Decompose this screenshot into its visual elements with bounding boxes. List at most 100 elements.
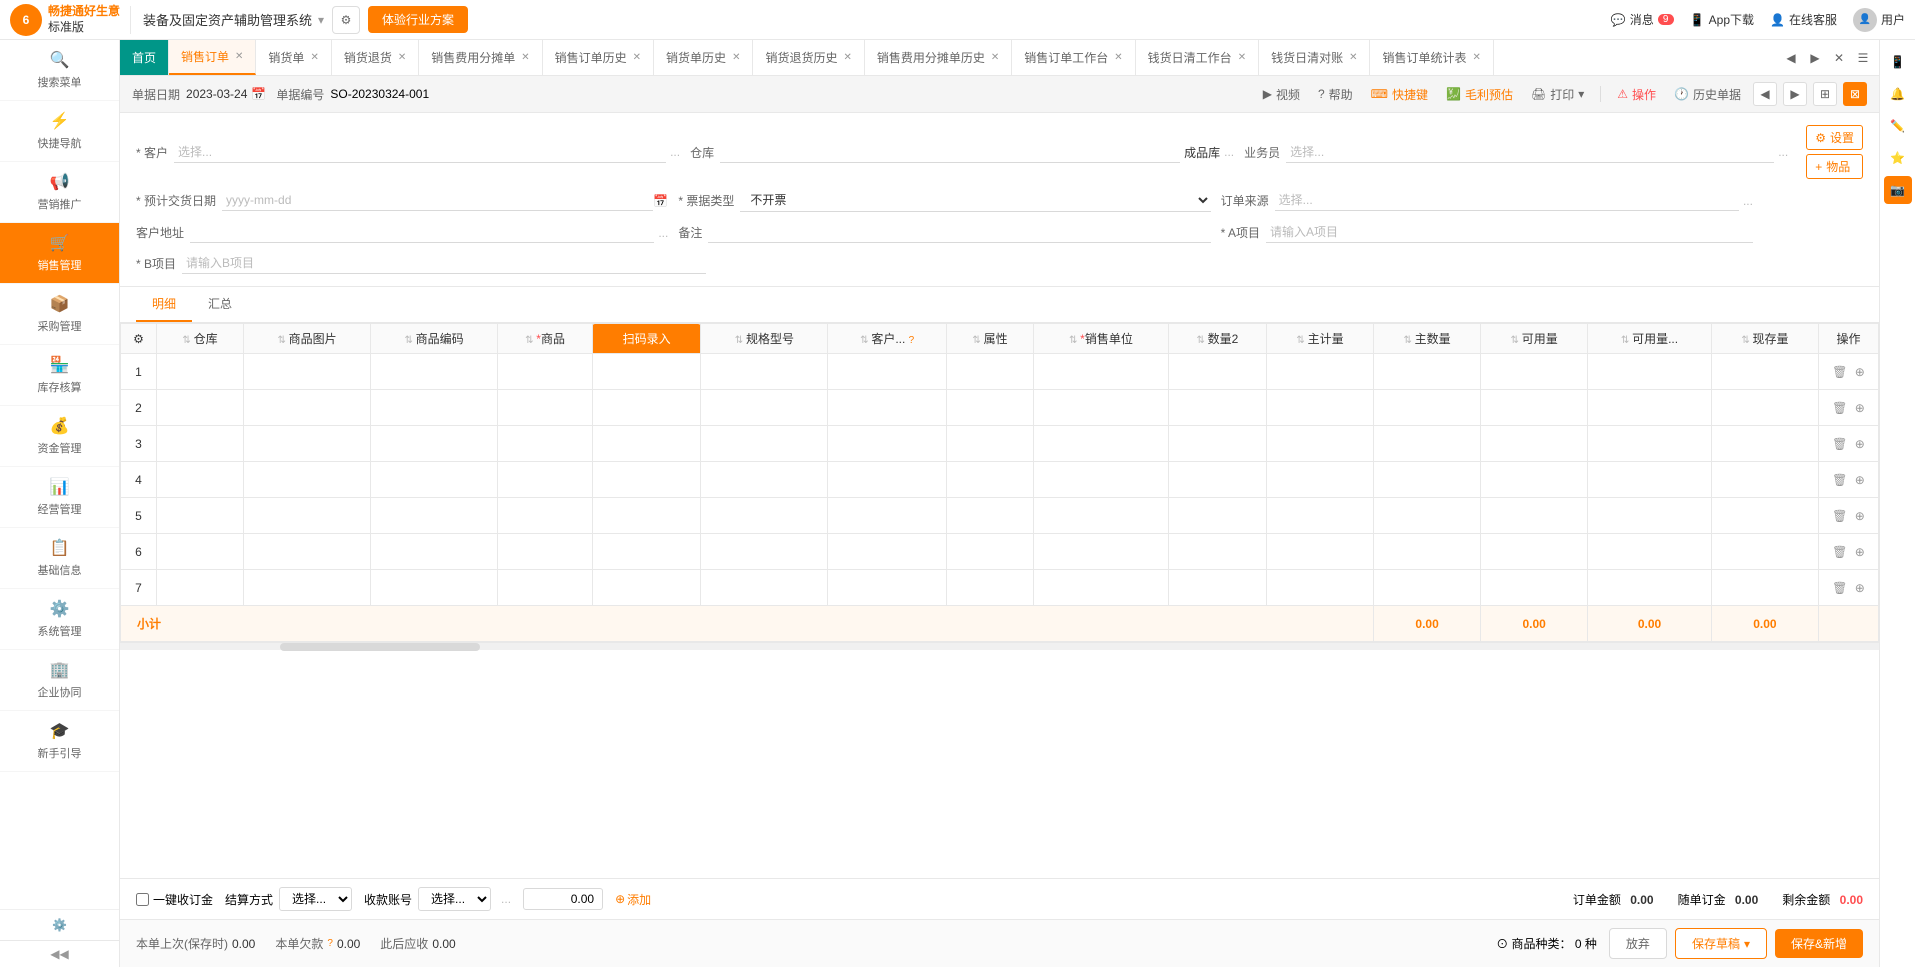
row-delete-5[interactable]: 🗑 (1830, 507, 1849, 525)
cell-spec-1[interactable] (701, 354, 828, 390)
right-panel-icon-star[interactable]: ⭐ (1884, 144, 1912, 172)
discard-btn[interactable]: 放弃 (1609, 928, 1667, 959)
customer-input[interactable] (174, 142, 666, 163)
online-service-btn[interactable]: 👤 在线客服 (1770, 11, 1837, 28)
tab-sales-refund-goods[interactable]: 销货退货 ✕ (332, 40, 419, 75)
tab-close-all-btn[interactable]: ✕ (1827, 46, 1851, 70)
warehouse-ellipsis[interactable]: ... (1224, 145, 1234, 159)
sidebar-item-guide[interactable]: 🎓 新手引导 (0, 711, 119, 772)
tab-detail[interactable]: 明细 (136, 287, 192, 322)
remark-input[interactable] (708, 222, 1210, 243)
row-copy-4[interactable]: ⊕ (1853, 471, 1867, 489)
sidebar-item-finance[interactable]: 💰 资金管理 (0, 406, 119, 467)
scroll-thumb[interactable] (280, 643, 480, 651)
sidebar-item-sales[interactable]: 🛒 销售管理 (0, 223, 119, 284)
sidebar-item-system[interactable]: ⚙️ 系统管理 (0, 589, 119, 650)
tab-cash-daily-workbench[interactable]: 钱货日清工作台 ✕ (1136, 40, 1259, 75)
settlement-select[interactable]: 选择... (279, 887, 352, 911)
user-menu[interactable]: 👤 用户 (1853, 8, 1905, 32)
calendar-icon[interactable]: 📅 (251, 87, 266, 101)
cell-goods-image-1[interactable] (244, 354, 371, 390)
col-header-scan[interactable]: 扫码录入 (592, 324, 700, 354)
tab-close-fee[interactable]: ✕ (521, 52, 529, 63)
cell-customer-code-1[interactable] (828, 354, 947, 390)
project-a-input[interactable] (1266, 222, 1753, 243)
cell-available-qty2-1[interactable] (1588, 354, 1712, 390)
sidebar-footer-settings[interactable]: ⚙️ (0, 909, 119, 940)
order-source-input[interactable] (1275, 190, 1739, 211)
row-copy-2[interactable]: ⊕ (1853, 399, 1867, 417)
cell-main-qty-1[interactable] (1374, 354, 1481, 390)
sidebar-collapse-btn[interactable]: ◀◀ (0, 940, 119, 967)
tab-sales-order-stats[interactable]: 销售订单统计表 ✕ (1370, 40, 1493, 75)
app-download-btn[interactable]: 📱 App下载 (1690, 11, 1754, 28)
row-copy-5[interactable]: ⊕ (1853, 507, 1867, 525)
tab-sales-return[interactable]: 销货单 ✕ (256, 40, 331, 75)
right-panel-icon-phone[interactable]: 📱 (1884, 48, 1912, 76)
cell-current-qty-1[interactable] (1711, 354, 1818, 390)
sidebar-item-operations[interactable]: 📊 经营管理 (0, 467, 119, 528)
row-delete-2[interactable]: 🗑 (1830, 399, 1849, 417)
cell-goods-name-2[interactable] (498, 390, 593, 426)
address-input[interactable] (190, 222, 654, 243)
cell-attributes-1[interactable] (946, 354, 1033, 390)
help-btn[interactable]: ? 帮助 (1312, 84, 1359, 105)
cell-goods-code-2[interactable] (371, 390, 498, 426)
sidebar-item-marketing[interactable]: 📢 营销推广 (0, 162, 119, 223)
address-ellipsis[interactable]: ... (658, 226, 668, 240)
tab-menu-btn[interactable]: ☰ (1851, 46, 1875, 70)
message-btn[interactable]: 💬 消息 9 (1611, 11, 1674, 28)
tab-prev-btn[interactable]: ◀ (1779, 46, 1803, 70)
tab-cash-daily-reconcile[interactable]: 钱货日清对账 ✕ (1259, 40, 1370, 75)
add-goods-btn[interactable]: + 物品 (1806, 154, 1863, 179)
cell-main-unit-1[interactable] (1267, 354, 1374, 390)
tab-close-cash-workbench[interactable]: ✕ (1238, 52, 1246, 63)
save-draft-chevron[interactable]: ▾ (1744, 937, 1750, 951)
system-selector-icon[interactable]: ▾ (318, 13, 324, 27)
one-click-payment-input[interactable] (136, 893, 149, 906)
row-copy-6[interactable]: ⊕ (1853, 543, 1867, 561)
cell-available-qty-1[interactable] (1481, 354, 1588, 390)
cell-qty2-1[interactable] (1168, 354, 1266, 390)
account-ellipsis[interactable]: ... (501, 892, 511, 906)
tab-close-order-workbench[interactable]: ✕ (1114, 52, 1122, 63)
tab-close-sales-return[interactable]: ✕ (310, 52, 318, 63)
save-new-btn[interactable]: 保存&新增 (1775, 929, 1863, 958)
view-btn[interactable]: ▶ 视频 (1257, 84, 1306, 105)
shortcut-btn[interactable]: ⌨ 快捷键 (1365, 84, 1434, 105)
order-source-ellipsis[interactable]: ... (1743, 194, 1753, 208)
row-delete-3[interactable]: 🗑 (1830, 435, 1849, 453)
tab-close-order-history[interactable]: ✕ (633, 52, 641, 63)
sidebar-item-quick-nav[interactable]: ⚡ 快捷导航 (0, 101, 119, 162)
invoice-type-select[interactable]: 不开票 (740, 189, 1210, 212)
expand-view-btn[interactable]: ⊠ (1843, 82, 1867, 106)
one-click-payment-checkbox[interactable]: 一键收订金 (136, 891, 213, 908)
row-delete-7[interactable]: 🗑 (1830, 579, 1849, 597)
salesperson-ellipsis[interactable]: ... (1778, 145, 1788, 159)
customer-ellipsis[interactable]: ... (670, 145, 680, 159)
save-draft-btn[interactable]: 保存草稿 ▾ (1675, 928, 1767, 959)
right-panel-icon-camera[interactable]: 📷 (1884, 176, 1912, 204)
tab-close-sales-order[interactable]: ✕ (235, 51, 243, 62)
salesperson-input[interactable] (1286, 142, 1774, 163)
tab-home[interactable]: 首页 (120, 40, 169, 75)
tab-close-stats[interactable]: ✕ (1473, 52, 1481, 63)
right-panel-icon-bell[interactable]: 🔔 (1884, 80, 1912, 108)
delivery-date-input[interactable] (222, 190, 653, 211)
next-record-btn[interactable]: ▶ (1783, 82, 1807, 106)
row-delete-1[interactable]: 🗑 (1830, 363, 1849, 381)
sidebar-item-enterprise[interactable]: 🏢 企业协同 (0, 650, 119, 711)
add-payment-btn[interactable]: ⊕ 添加 (615, 891, 651, 908)
prev-record-btn[interactable]: ◀ (1753, 82, 1777, 106)
tab-close-cash-reconcile[interactable]: ✕ (1349, 52, 1357, 63)
cell-goods-name-1[interactable] (498, 354, 593, 390)
right-panel-icon-edit[interactable]: ✏️ (1884, 112, 1912, 140)
tab-sales-order[interactable]: 销售订单 ✕ (169, 40, 256, 75)
payment-amount-input[interactable] (523, 888, 603, 910)
tab-close-return-history[interactable]: ✕ (732, 52, 740, 63)
account-select[interactable]: 选择... (418, 887, 491, 911)
cell-sales-unit-1[interactable] (1034, 354, 1169, 390)
sidebar-item-base-info[interactable]: 📋 基础信息 (0, 528, 119, 589)
cell-goods-image-2[interactable] (244, 390, 371, 426)
cell-warehouse-1[interactable] (157, 354, 244, 390)
